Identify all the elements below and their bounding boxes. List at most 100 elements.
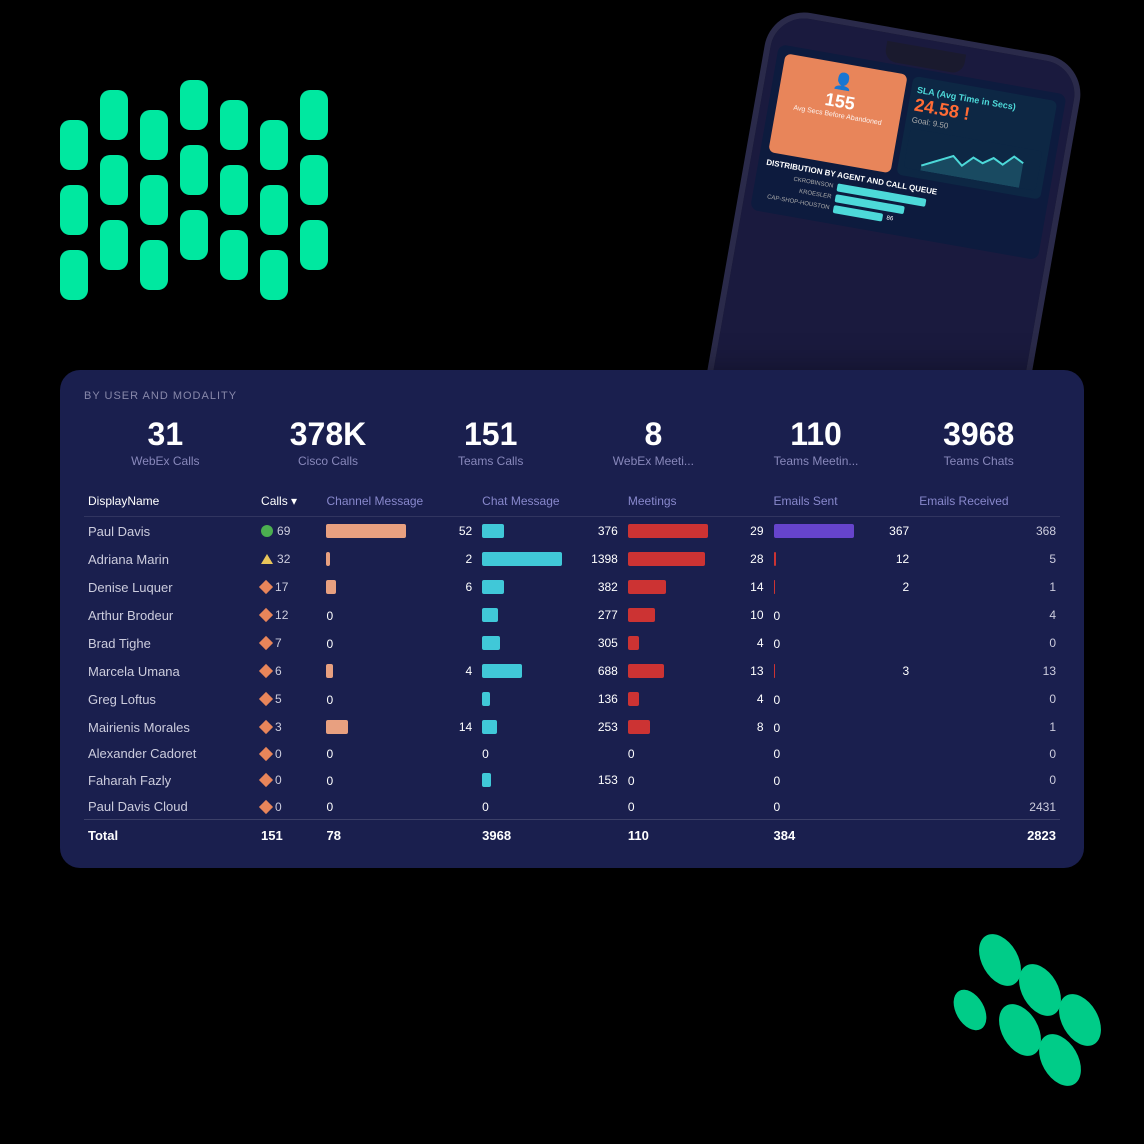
cell-emails-received: 0 [915,685,1060,713]
cell-calls: 32 [257,545,322,573]
cell-emails-sent: 0 [770,794,916,820]
cell-emails-received: 13 [915,657,1060,685]
cell-chat: 688 [478,657,624,685]
cell-channel: 2 [322,545,478,573]
cell-calls: 0 [257,741,322,766]
cell-chat: 1398 [478,545,624,573]
table-row: Brad Tighe 7 0 305 4 0 0 [84,629,1060,657]
cell-total-chat: 3968 [478,820,624,849]
cell-chat: 0 [478,741,624,766]
table-row: Paul Davis 69 52 376 29 367 368 [84,517,1060,546]
cell-channel: 4 [322,657,478,685]
cell-meetings: 4 [624,685,770,713]
cell-channel: 6 [322,573,478,601]
cell-emails-received: 2431 [915,794,1060,820]
cell-calls: 69 [257,517,322,546]
cell-meetings: 8 [624,713,770,741]
cell-channel: 0 [322,685,478,713]
cell-meetings: 0 [624,741,770,766]
table-row: Greg Loftus 5 0 136 4 0 0 [84,685,1060,713]
cell-channel: 0 [322,601,478,629]
cell-emails-sent: 0 [770,741,916,766]
cell-total-emailsreceived: 2823 [915,820,1060,849]
cell-total-meetings: 110 [624,820,770,849]
cell-name: Brad Tighe [84,629,257,657]
cell-channel: 0 [322,741,478,766]
cell-emails-received: 1 [915,573,1060,601]
cell-calls: 5 [257,685,322,713]
cell-emails-received: 0 [915,741,1060,766]
table-total-row: Total 151 78 3968 110 384 2823 [84,820,1060,849]
cell-total-emailssent: 384 [770,820,916,849]
col-header-chat: Chat Message [478,488,624,517]
cell-total-label: Total [84,820,257,849]
cell-name: Faharah Fazly [84,766,257,794]
cell-chat: 136 [478,685,624,713]
data-table: DisplayName Calls ▾ Channel Message Chat… [84,488,1060,848]
cell-calls: 0 [257,766,322,794]
stat-webex-meetings: 8 WebEx Meeti... [572,418,735,468]
cell-emails-sent: 2 [770,573,916,601]
cell-emails-sent: 0 [770,685,916,713]
table-row: Arthur Brodeur 12 0 277 10 0 4 [84,601,1060,629]
cell-channel: 52 [322,517,478,546]
table-row: Faharah Fazly 0 0 153 0 0 0 [84,766,1060,794]
cell-emails-sent: 0 [770,601,916,629]
cell-emails-sent: 0 [770,766,916,794]
cell-channel: 0 [322,629,478,657]
col-header-emailssent: Emails Sent [770,488,916,517]
cell-chat: 382 [478,573,624,601]
stat-teams-meetings: 110 Teams Meetin... [735,418,898,468]
stat-webex-calls: 31 WebEx Calls [84,418,247,468]
phone-sla-box: SLA (Avg Time in Secs) 24.58 ! Goal: 9.5… [896,76,1057,200]
table-row: Alexander Cadoret 0 0 0 0 0 0 [84,741,1060,766]
cell-name: Marcela Umana [84,657,257,685]
cell-meetings: 0 [624,766,770,794]
cell-calls: 12 [257,601,322,629]
col-header-displayname: DisplayName [84,488,257,517]
cell-name: Alexander Cadoret [84,741,257,766]
cell-meetings: 28 [624,545,770,573]
cell-emails-sent: 0 [770,713,916,741]
cell-emails-sent: 12 [770,545,916,573]
cell-name: Arthur Brodeur [84,601,257,629]
cell-name: Adriana Marin [84,545,257,573]
cell-name: Paul Davis Cloud [84,794,257,820]
stat-cisco-calls: 378K Cisco Calls [247,418,410,468]
cell-chat: 253 [478,713,624,741]
table-row: Mairienis Morales 3 14 253 8 0 1 [84,713,1060,741]
cell-channel: 0 [322,766,478,794]
col-header-emailsreceived: Emails Received [915,488,1060,517]
cell-name: Mairienis Morales [84,713,257,741]
cell-emails-received: 0 [915,629,1060,657]
cell-meetings: 0 [624,794,770,820]
cell-meetings: 14 [624,573,770,601]
cell-meetings: 4 [624,629,770,657]
cell-channel: 14 [322,713,478,741]
table-row: Paul Davis Cloud 0 0 0 0 0 2431 [84,794,1060,820]
cell-name: Greg Loftus [84,685,257,713]
cell-emails-received: 4 [915,601,1060,629]
stats-row: 31 WebEx Calls 378K Cisco Calls 151 Team… [84,418,1060,468]
cell-chat: 277 [478,601,624,629]
cell-calls: 6 [257,657,322,685]
dashboard-card: BY USER AND MODALITY 31 WebEx Calls 378K… [60,370,1084,868]
col-header-calls: Calls ▾ [257,488,322,517]
cell-calls: 17 [257,573,322,601]
cell-meetings: 10 [624,601,770,629]
cell-chat: 153 [478,766,624,794]
cell-meetings: 29 [624,517,770,546]
stat-teams-calls: 151 Teams Calls [409,418,572,468]
section-title: BY USER AND MODALITY [84,390,1060,402]
cell-meetings: 13 [624,657,770,685]
phone-stat-box: 👤 155 Avg Secs Before Abandoned [768,53,907,173]
col-header-channel: Channel Message [322,488,478,517]
stat-teams-chats: 3968 Teams Chats [897,418,1060,468]
cell-emails-received: 368 [915,517,1060,546]
col-header-meetings: Meetings [624,488,770,517]
cell-total-calls: 151 [257,820,322,849]
cell-total-channel: 78 [322,820,478,849]
cell-chat: 305 [478,629,624,657]
cell-chat: 0 [478,794,624,820]
cell-calls: 3 [257,713,322,741]
